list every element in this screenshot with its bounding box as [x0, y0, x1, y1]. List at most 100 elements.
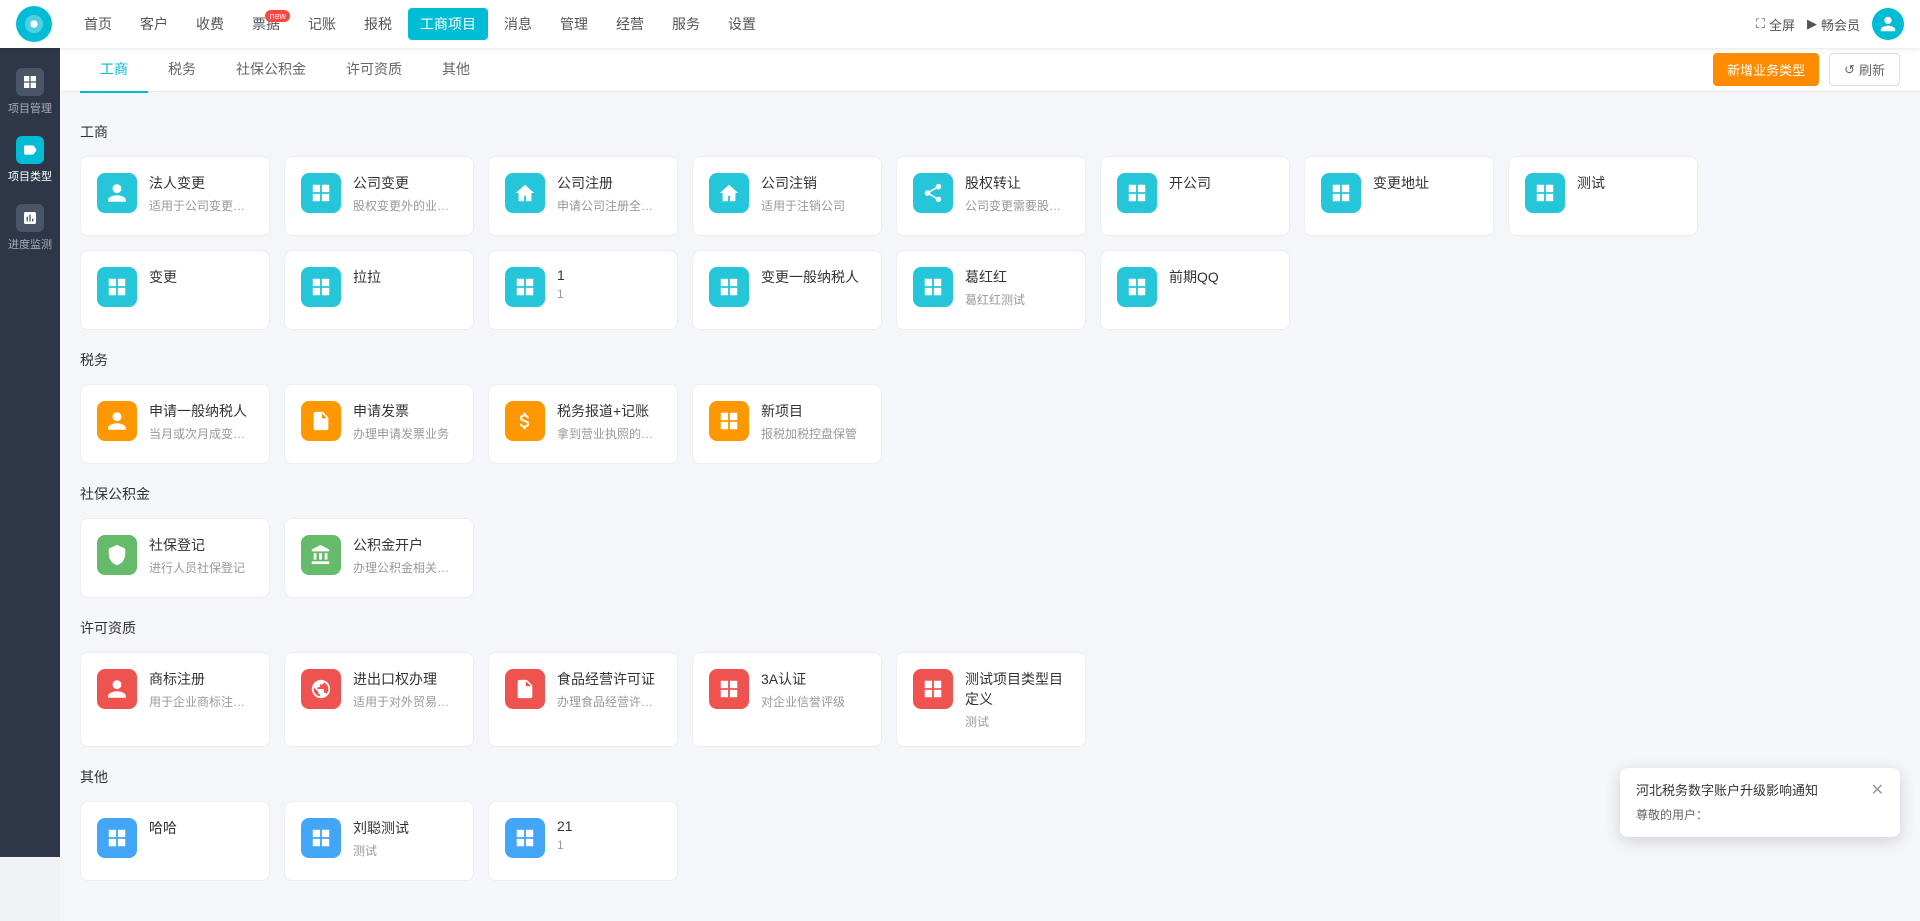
logo: [16, 6, 52, 42]
nav-item-经营[interactable]: 经营: [604, 8, 656, 40]
refresh-label: 刷新: [1859, 60, 1885, 79]
card-公司变更[interactable]: 公司变更股权变更外的业务变更: [284, 156, 474, 236]
card-name-公司变更: 公司变更: [353, 173, 457, 193]
card-desc-3A认证: 对企业信誉评级: [761, 693, 865, 710]
sidebar-item-progress[interactable]: 进度监测: [0, 194, 60, 262]
nav-item-票据[interactable]: 票据new: [240, 8, 292, 40]
card-name-公司注册: 公司注册: [557, 173, 661, 193]
sidebar-label-project-type: 项目类型: [8, 168, 52, 184]
card-申请发票[interactable]: 申请发票办理申请发票业务: [284, 384, 474, 464]
avatar[interactable]: [1872, 8, 1904, 40]
card-变更地址[interactable]: 变更地址: [1304, 156, 1494, 236]
card-测试[interactable]: 测试: [1508, 156, 1698, 236]
card-新项目[interactable]: 新项目报税加税控盘保管: [692, 384, 882, 464]
new-type-button[interactable]: 新增业务类型: [1713, 53, 1819, 86]
notification-body: 尊敬的用户：: [1636, 806, 1884, 825]
grid-card-icon: [709, 401, 749, 441]
sidebar-item-project-type[interactable]: 项目类型: [0, 126, 60, 194]
cards-grid-工商: 法人变更适用于公司变更法人公司变更股权变更外的业务变更公司注册申请公司注册全流程…: [80, 156, 1900, 330]
card-name-变更: 变更: [149, 267, 253, 287]
bank-card-icon: [301, 535, 341, 575]
card-测试项目类型目定义[interactable]: 测试项目类型目定义测试: [896, 652, 1086, 747]
nav-item-报税[interactable]: 报税: [352, 8, 404, 40]
card-公司注销[interactable]: 公司注销适用于注销公司: [692, 156, 882, 236]
section-title-社保公积金: 社保公积金: [80, 484, 1900, 504]
nav-item-收费[interactable]: 收费: [184, 8, 236, 40]
cards-grid-税务: 申请一般纳税人当月或次月成变更完成申请发票办理申请发票业务税务报道+记账拿到营业…: [80, 384, 1900, 464]
card-name-测试: 测试: [1577, 173, 1681, 193]
grid-card-icon: [301, 818, 341, 858]
card-desc-新项目: 报税加税控盘保管: [761, 425, 865, 442]
tabs-container: 工商税务社保公积金许可资质其他: [80, 47, 490, 92]
card-变更一般纳税人[interactable]: 变更一般纳税人: [692, 250, 882, 330]
card-1[interactable]: 11: [488, 250, 678, 330]
card-desc-申请发票: 办理申请发票业务: [353, 425, 457, 442]
card-刘聪测试[interactable]: 刘聪测试测试: [284, 801, 474, 881]
nav-item-客户[interactable]: 客户: [128, 8, 180, 40]
sidebar: 项目管理 项目类型 进度监测: [0, 48, 60, 857]
tab-工商[interactable]: 工商: [80, 47, 148, 93]
card-name-测试项目类型目定义: 测试项目类型目定义: [965, 669, 1069, 709]
tag-icon: [16, 136, 44, 164]
card-info-3A认证: 3A认证对企业信誉评级: [761, 669, 865, 710]
card-info-公司变更: 公司变更股权变更外的业务变更: [353, 173, 457, 214]
nav-item-工商项目[interactable]: 工商项目: [408, 8, 488, 40]
tab-社保公积金[interactable]: 社保公积金: [216, 47, 326, 93]
card-公司注册[interactable]: 公司注册申请公司注册全流程: [488, 156, 678, 236]
grid-card-icon: [1321, 173, 1361, 213]
card-公积金开户[interactable]: 公积金开户办理公积金相关业务: [284, 518, 474, 598]
top-nav: 首页客户收费票据new记账报税工商项目消息管理经营服务设置 ⛶ 全屏 ▶ 畅会员: [0, 0, 1920, 48]
card-申请一般纳税人[interactable]: 申请一般纳税人当月或次月成变更完成: [80, 384, 270, 464]
card-info-申请一般纳税人: 申请一般纳税人当月或次月成变更完成: [149, 401, 253, 442]
sidebar-item-project-mgmt[interactable]: 项目管理: [0, 58, 60, 126]
section-title-税务: 税务: [80, 350, 1900, 370]
card-desc-社保登记: 进行人员社保登记: [149, 559, 253, 576]
card-变更[interactable]: 变更: [80, 250, 270, 330]
tab-其他[interactable]: 其他: [422, 47, 490, 93]
notification-close-icon[interactable]: ✕: [1871, 780, 1884, 800]
card-开公司[interactable]: 开公司: [1100, 156, 1290, 236]
chart-icon: [16, 204, 44, 232]
card-name-商标注册: 商标注册: [149, 669, 253, 689]
fullscreen-btn[interactable]: ⛶ 全屏: [1756, 15, 1795, 34]
card-食品经营许可证[interactable]: 食品经营许可证办理食品经营许可证: [488, 652, 678, 747]
card-商标注册[interactable]: 商标注册用于企业商标注册服务: [80, 652, 270, 747]
card-desc-公司注册: 申请公司注册全流程: [557, 197, 661, 214]
card-哈哈[interactable]: 哈哈: [80, 801, 270, 881]
grid-card-icon: [1525, 173, 1565, 213]
nav-item-设置[interactable]: 设置: [716, 8, 768, 40]
nav-item-消息[interactable]: 消息: [492, 8, 544, 40]
card-name-哈哈: 哈哈: [149, 818, 253, 838]
card-name-公司注销: 公司注销: [761, 173, 865, 193]
card-name-变更一般纳税人: 变更一般纳税人: [761, 267, 865, 287]
card-法人变更[interactable]: 法人变更适用于公司变更法人: [80, 156, 270, 236]
refresh-button[interactable]: ↺ 刷新: [1829, 53, 1900, 86]
card-desc-刘聪测试: 测试: [353, 842, 457, 859]
refresh-icon: ↺: [1844, 62, 1855, 78]
nav-item-管理[interactable]: 管理: [548, 8, 600, 40]
card-name-申请发票: 申请发票: [353, 401, 457, 421]
card-社保登记[interactable]: 社保登记进行人员社保登记: [80, 518, 270, 598]
person-card-icon: [97, 173, 137, 213]
building-card-icon: [505, 173, 545, 213]
card-name-刘聪测试: 刘聪测试: [353, 818, 457, 838]
card-21[interactable]: 211: [488, 801, 678, 881]
nav-item-首页[interactable]: 首页: [72, 8, 124, 40]
nav-item-服务[interactable]: 服务: [660, 8, 712, 40]
section-title-许可资质: 许可资质: [80, 618, 1900, 638]
tab-right: 新增业务类型 ↺ 刷新: [1713, 53, 1900, 86]
card-进出口权办理[interactable]: 进出口权办理适用于对外贸易经营者: [284, 652, 474, 747]
member-btn[interactable]: ▶ 畅会员: [1807, 15, 1860, 34]
card-股权转让[interactable]: 股权转让公司变更需要股权转让: [896, 156, 1086, 236]
card-葛红红[interactable]: 葛红红葛红红测试: [896, 250, 1086, 330]
card-info-新项目: 新项目报税加税控盘保管: [761, 401, 865, 442]
tab-许可资质[interactable]: 许可资质: [326, 47, 422, 93]
dollar-card-icon: [505, 401, 545, 441]
nav-item-记账[interactable]: 记账: [296, 8, 348, 40]
card-税务报道+记账[interactable]: 税务报道+记账拿到营业执照的新公司: [488, 384, 678, 464]
card-前期QQ[interactable]: 前期QQ: [1100, 250, 1290, 330]
card-3A认证[interactable]: 3A认证对企业信誉评级: [692, 652, 882, 747]
tab-税务[interactable]: 税务: [148, 47, 216, 93]
card-info-商标注册: 商标注册用于企业商标注册服务: [149, 669, 253, 710]
card-拉拉[interactable]: 拉拉: [284, 250, 474, 330]
